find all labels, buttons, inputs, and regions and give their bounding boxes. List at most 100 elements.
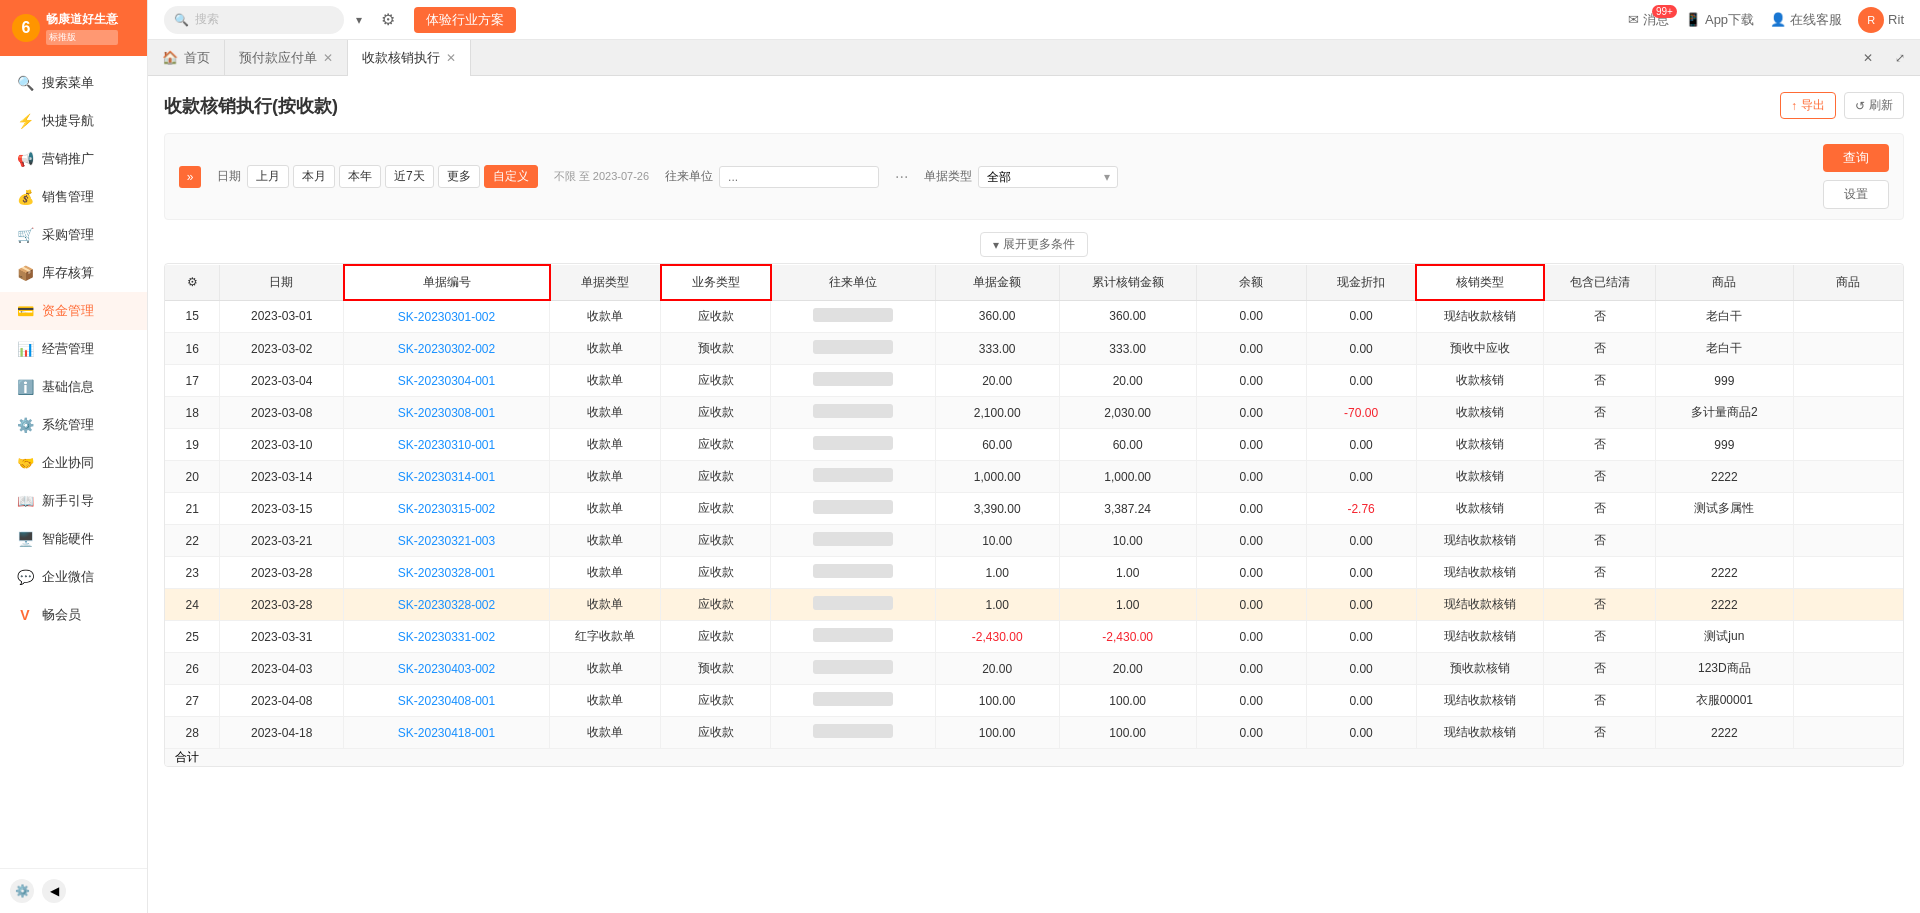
col-header-partner[interactable]: 往来单位 bbox=[771, 265, 936, 300]
sidebar-item-hardware[interactable]: 🖥️ 智能硬件 bbox=[0, 520, 147, 558]
bill-link[interactable]: SK-20230315-002 bbox=[398, 502, 495, 516]
collapse-icon[interactable]: ◀ bbox=[42, 879, 66, 903]
topbar-message[interactable]: ✉ 消息 99+ bbox=[1628, 11, 1669, 29]
partner-more-icon[interactable]: ··· bbox=[895, 168, 908, 186]
sidebar-item-enterprise[interactable]: 🤝 企业协同 bbox=[0, 444, 147, 482]
query-button[interactable]: 查询 bbox=[1823, 144, 1889, 172]
cell-partner bbox=[771, 397, 936, 429]
col-header-settings[interactable]: ⚙ bbox=[165, 265, 220, 300]
bill-link[interactable]: SK-20230328-002 bbox=[398, 598, 495, 612]
date-btn-this-month[interactable]: 本月 bbox=[293, 165, 335, 188]
sidebar-item-purchase[interactable]: 🛒 采购管理 bbox=[0, 216, 147, 254]
sidebar-item-sales[interactable]: 💰 销售管理 bbox=[0, 178, 147, 216]
sidebar-item-system[interactable]: ⚙️ 系统管理 bbox=[0, 406, 147, 444]
partner-input[interactable] bbox=[719, 166, 879, 188]
sidebar-item-marketing[interactable]: 📢 营销推广 bbox=[0, 140, 147, 178]
bill-link[interactable]: SK-20230304-001 bbox=[398, 374, 495, 388]
partner-blurred bbox=[813, 372, 893, 386]
col-header-goods1[interactable]: 商品 bbox=[1656, 265, 1793, 300]
bill-link[interactable]: SK-20230418-001 bbox=[398, 726, 495, 740]
bill-link[interactable]: SK-20230301-002 bbox=[398, 310, 495, 324]
col-header-billno[interactable]: 单据编号 bbox=[344, 265, 550, 300]
sidebar-item-guide[interactable]: 📖 新手引导 bbox=[0, 482, 147, 520]
footer-billno bbox=[344, 749, 550, 767]
tab-prepay[interactable]: 预付款应付单 ✕ bbox=[225, 40, 348, 76]
col-header-biztype[interactable]: 业务类型 bbox=[661, 265, 771, 300]
sidebar-item-quick[interactable]: ⚡ 快捷导航 bbox=[0, 102, 147, 140]
table-row: 27 2023-04-08 SK-20230408-001 收款单 应收款 10… bbox=[165, 685, 1903, 717]
cell-discount: 0.00 bbox=[1306, 717, 1416, 749]
col-header-balance[interactable]: 余额 bbox=[1196, 265, 1306, 300]
col-header-date[interactable]: 日期 bbox=[220, 265, 344, 300]
tab-prepay-close[interactable]: ✕ bbox=[323, 51, 333, 65]
cell-include: 否 bbox=[1544, 653, 1656, 685]
topbar-dropdown[interactable]: ▾ bbox=[356, 13, 362, 27]
date-btn-custom[interactable]: 自定义 bbox=[484, 165, 538, 188]
bill-link[interactable]: SK-20230328-001 bbox=[398, 566, 495, 580]
date-btn-last-month[interactable]: 上月 bbox=[247, 165, 289, 188]
avatar: R bbox=[1858, 7, 1884, 33]
tab-collection-close[interactable]: ✕ bbox=[446, 51, 456, 65]
filter-toggle-button[interactable]: » bbox=[179, 166, 201, 188]
sidebar-item-member[interactable]: V 畅会员 bbox=[0, 596, 147, 634]
cell-discount: 0.00 bbox=[1306, 525, 1416, 557]
sidebar-item-operation[interactable]: 📊 经营管理 bbox=[0, 330, 147, 368]
topbar-gear-icon[interactable]: ⚙ bbox=[374, 6, 402, 34]
sidebar-item-basic[interactable]: ℹ️ 基础信息 bbox=[0, 368, 147, 406]
cell-no: 22 bbox=[165, 525, 220, 557]
bill-type-select[interactable]: 全部 bbox=[978, 166, 1118, 188]
basic-icon: ℹ️ bbox=[16, 378, 34, 396]
dropdown-arrow-icon: ▾ bbox=[356, 13, 362, 27]
col-header-nuclear[interactable]: 核销类型 bbox=[1416, 265, 1544, 300]
bill-link[interactable]: SK-20230310-001 bbox=[398, 438, 495, 452]
sidebar-item-inventory[interactable]: 📦 库存核算 bbox=[0, 254, 147, 292]
bill-link[interactable]: SK-20230331-002 bbox=[398, 630, 495, 644]
solution-button[interactable]: 体验行业方案 bbox=[414, 7, 516, 33]
sidebar-item-capital[interactable]: 💳 资金管理 bbox=[0, 292, 147, 330]
close-tab-icon[interactable]: ✕ bbox=[1856, 46, 1880, 70]
cell-goods1: 老白干 bbox=[1656, 333, 1793, 365]
topbar-user[interactable]: R Rit bbox=[1858, 7, 1904, 33]
settings-button[interactable]: 设置 bbox=[1823, 180, 1889, 209]
col-header-billtype[interactable]: 单据类型 bbox=[550, 265, 661, 300]
bill-link[interactable]: SK-20230302-002 bbox=[398, 342, 495, 356]
tab-collection[interactable]: 收款核销执行 ✕ bbox=[348, 40, 471, 76]
export-button[interactable]: ↑ 导出 bbox=[1780, 92, 1836, 119]
refresh-button[interactable]: ↺ 刷新 bbox=[1844, 92, 1904, 119]
expand-conditions-button[interactable]: ▾ 展开更多条件 bbox=[980, 232, 1088, 257]
date-btn-this-year[interactable]: 本年 bbox=[339, 165, 381, 188]
tab-home[interactable]: 🏠 首页 bbox=[148, 40, 225, 76]
filter-bar: » 日期 上月 本月 本年 近7天 更多 自定义 不限 至 2023-07-26 bbox=[164, 133, 1904, 220]
bill-link[interactable]: SK-20230408-001 bbox=[398, 694, 495, 708]
col-header-discount[interactable]: 现金折扣 bbox=[1306, 265, 1416, 300]
topbar-search[interactable]: 🔍 搜索 bbox=[164, 6, 344, 34]
bill-link[interactable]: SK-20230308-001 bbox=[398, 406, 495, 420]
col-header-include[interactable]: 包含已结清 bbox=[1544, 265, 1656, 300]
col-header-amount[interactable]: 单据金额 bbox=[935, 265, 1059, 300]
sidebar-item-search[interactable]: 🔍 搜索菜单 bbox=[0, 64, 147, 102]
date-btn-more[interactable]: 更多 bbox=[438, 165, 480, 188]
cell-nuclear-type: 收款核销 bbox=[1416, 461, 1544, 493]
cell-no: 27 bbox=[165, 685, 220, 717]
cell-goods1: 多计量商品2 bbox=[1656, 397, 1793, 429]
bill-link[interactable]: SK-20230321-003 bbox=[398, 534, 495, 548]
sidebar-item-wechat[interactable]: 💬 企业微信 bbox=[0, 558, 147, 596]
cell-billtype: 收款单 bbox=[550, 717, 661, 749]
maximize-icon[interactable]: ⤢ bbox=[1888, 46, 1912, 70]
col-header-acc[interactable]: 累计核销金额 bbox=[1059, 265, 1196, 300]
topbar-service[interactable]: 👤 在线客服 bbox=[1770, 11, 1842, 29]
settings-footer-icon[interactable]: ⚙️ bbox=[10, 879, 34, 903]
cell-amount: 20.00 bbox=[935, 653, 1059, 685]
cell-billno: SK-20230321-003 bbox=[344, 525, 550, 557]
topbar-app[interactable]: 📱 App下载 bbox=[1685, 11, 1754, 29]
bill-link[interactable]: SK-20230314-001 bbox=[398, 470, 495, 484]
cell-balance: 0.00 bbox=[1196, 461, 1306, 493]
page-title: 收款核销执行(按收款) bbox=[164, 94, 338, 118]
cell-no: 15 bbox=[165, 300, 220, 333]
bill-link[interactable]: SK-20230403-002 bbox=[398, 662, 495, 676]
cell-balance: 0.00 bbox=[1196, 365, 1306, 397]
date-label: 日期 bbox=[217, 168, 241, 185]
service-label: 在线客服 bbox=[1790, 11, 1842, 29]
col-header-goods2[interactable]: 商品 bbox=[1793, 265, 1903, 300]
date-btn-7days[interactable]: 近7天 bbox=[385, 165, 434, 188]
